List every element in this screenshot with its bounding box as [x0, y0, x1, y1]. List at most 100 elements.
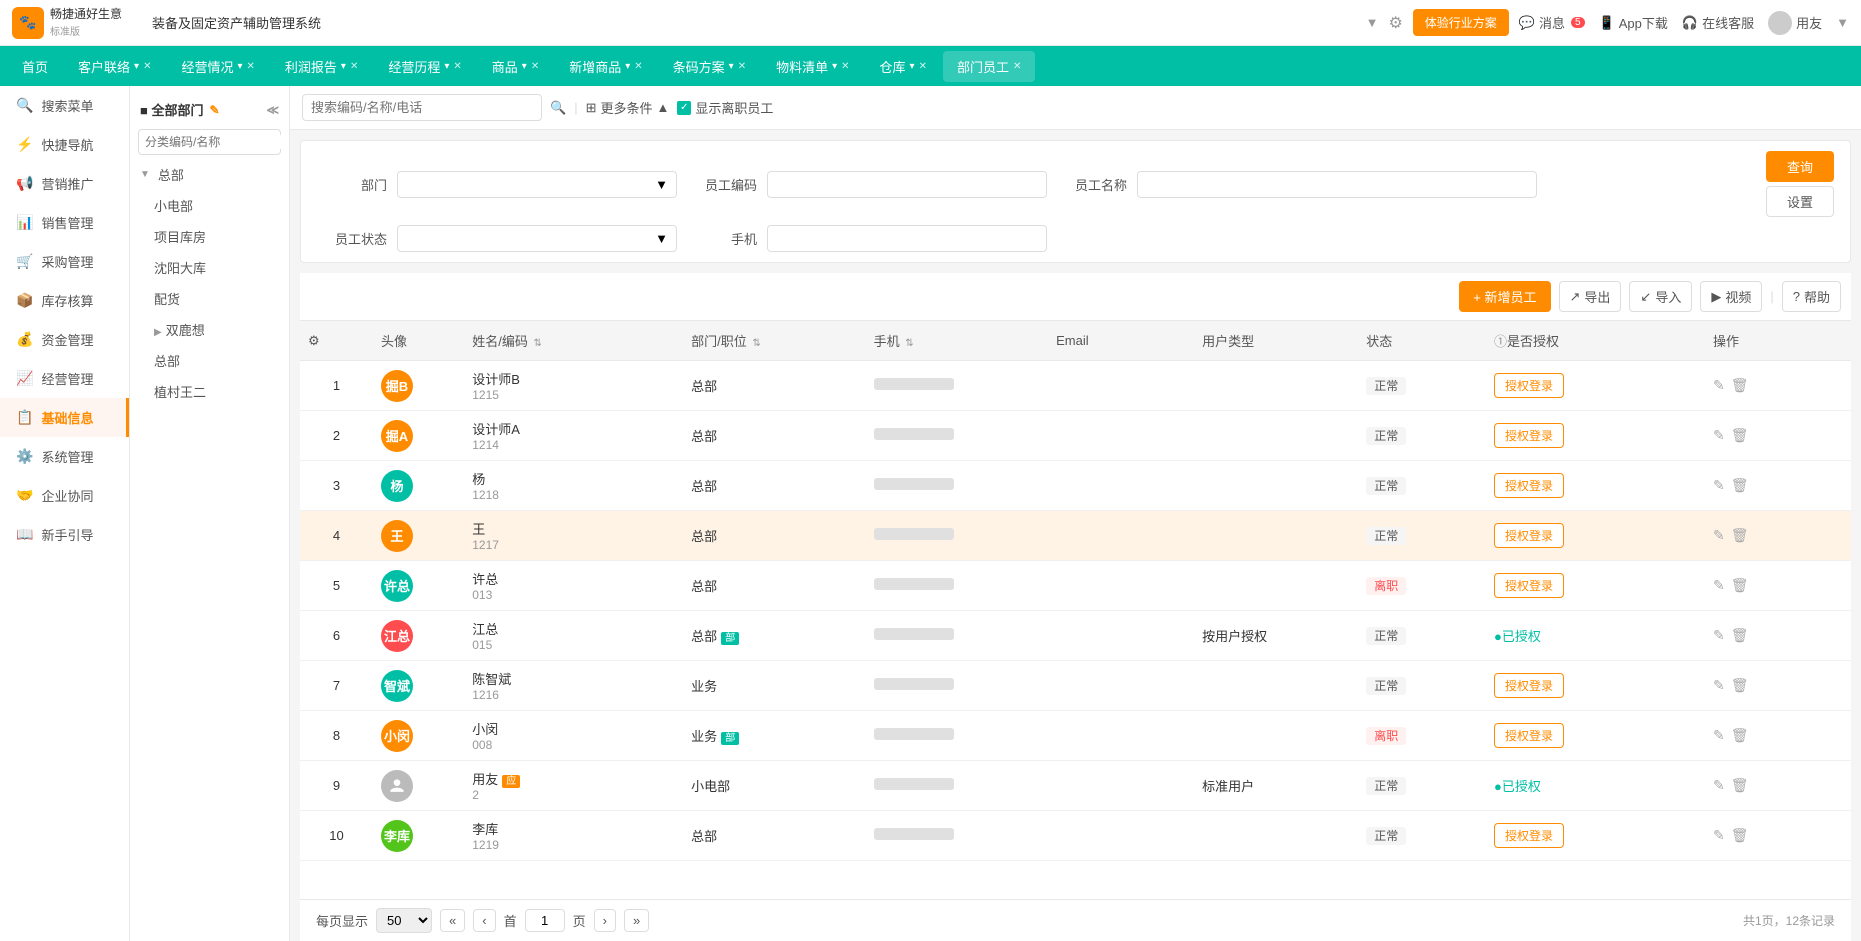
tab-goods[interactable]: 商品▾✕ [478, 51, 553, 82]
view-btn[interactable]: ▶ 视频 [1700, 281, 1762, 312]
sidebar-item-guide[interactable]: 📖 新手引导 [0, 515, 129, 554]
authorize-btn[interactable]: 授权登录 [1494, 473, 1564, 498]
sidebar-item-cooperation[interactable]: 🤝 企业协同 [0, 476, 129, 515]
delete-icon[interactable]: 🗑 [1731, 427, 1749, 444]
dropdown-arrow-icon[interactable]: ▼ [1366, 15, 1379, 30]
user-dropdown-icon[interactable]: ▼ [1836, 15, 1849, 30]
authorize-btn[interactable]: 授权登录 [1494, 523, 1564, 548]
th-name[interactable]: 姓名/编码 ⇅ [464, 321, 683, 361]
phone-input[interactable] [767, 225, 1047, 252]
delete-icon[interactable]: 🗑 [1731, 377, 1749, 394]
th-settings[interactable]: ⚙ [300, 321, 373, 361]
th-dept[interactable]: 部门/职位 ⇅ [683, 321, 865, 361]
tab-barcode-close[interactable]: ✕ [738, 61, 746, 72]
tab-employees[interactable]: 部门员工✕ [943, 51, 1035, 82]
dept-search-input[interactable] [145, 135, 290, 149]
edit-icon[interactable]: ✎ [1713, 527, 1725, 544]
dept-item-zongbu[interactable]: 总部 [130, 345, 289, 376]
dept-edit-icon[interactable]: ✎ [209, 103, 219, 117]
sidebar-item-marketing[interactable]: 📢 营销推广 [0, 164, 129, 203]
tab-profit-close[interactable]: ✕ [350, 61, 358, 72]
edit-icon[interactable]: ✎ [1713, 777, 1725, 794]
tab-customer-close[interactable]: ✕ [143, 61, 151, 72]
delete-icon[interactable]: 🗑 [1731, 577, 1749, 594]
emp-name-input[interactable] [1137, 171, 1537, 198]
tab-bom[interactable]: 物料清单▾✕ [762, 51, 863, 82]
dept-filter-select[interactable]: ▼ [397, 171, 677, 198]
dept-tree-all-depts[interactable]: ■ 全部部门 [140, 100, 203, 119]
authorize-btn[interactable]: 授权登录 [1494, 723, 1564, 748]
sidebar-item-system[interactable]: ⚙️ 系统管理 [0, 437, 129, 476]
edit-icon[interactable]: ✎ [1713, 677, 1725, 694]
dept-item-xiaodianbu[interactable]: 小电部 [130, 190, 289, 221]
tab-new-goods[interactable]: 新增商品▾✕ [555, 51, 656, 82]
delete-icon[interactable]: 🗑 [1731, 777, 1749, 794]
more-filter-btn[interactable]: ⊞ 更多条件 ▲ [586, 98, 670, 117]
authorize-btn[interactable]: 授权登录 [1494, 573, 1564, 598]
dept-collapse-icon[interactable]: ≪ [266, 103, 279, 117]
sidebar-item-inventory[interactable]: 📦 库存核算 [0, 281, 129, 320]
tab-customer[interactable]: 客户联络▾✕ [64, 51, 165, 82]
name-sort-icon[interactable]: ⇅ [533, 338, 541, 349]
dept-item-shenyangdaku[interactable]: 沈阳大库 [130, 252, 289, 283]
next-page-btn[interactable]: › [594, 909, 616, 932]
dept-item-shuanglushu[interactable]: ▶双鹿想 [130, 314, 289, 345]
delete-icon[interactable]: 🗑 [1731, 477, 1749, 494]
help-btn[interactable]: ? 帮助 [1782, 281, 1841, 312]
sidebar-item-sales[interactable]: 📊 销售管理 [0, 203, 129, 242]
prev-page-btn[interactable]: ‹ [473, 909, 495, 932]
add-employee-btn[interactable]: + 新增员工 [1459, 281, 1550, 312]
last-page-btn[interactable]: » [624, 909, 649, 932]
app-download-btn[interactable]: 📱 App下载 [1599, 13, 1668, 32]
import-btn[interactable]: ↙ 导入 [1629, 281, 1692, 312]
tab-warehouse-close[interactable]: ✕ [919, 61, 927, 72]
sidebar-item-purchase[interactable]: 🛒 采购管理 [0, 242, 129, 281]
delete-icon[interactable]: 🗑 [1731, 677, 1749, 694]
authorize-btn[interactable]: 授权登录 [1494, 373, 1564, 398]
query-btn[interactable]: 查询 [1766, 151, 1834, 182]
online-service-btn[interactable]: 🎧 在线客服 [1682, 13, 1754, 32]
dept-item-root[interactable]: ▼ 总部 [130, 159, 289, 190]
page-size-select[interactable]: 50 100 200 [376, 908, 432, 933]
authorize-btn[interactable]: 授权登录 [1494, 423, 1564, 448]
tab-barcode[interactable]: 条码方案▾✕ [659, 51, 760, 82]
sidebar-item-operation-mgmt[interactable]: 📈 经营管理 [0, 359, 129, 398]
tab-warehouse[interactable]: 仓库▾✕ [866, 51, 941, 82]
sidebar-item-search[interactable]: 🔍 搜索菜单 [0, 86, 129, 125]
th-phone[interactable]: 手机 ⇅ [866, 321, 1048, 361]
message-btn[interactable]: 💬 消息 5 [1519, 13, 1585, 32]
delete-icon[interactable]: 🗑 [1731, 627, 1749, 644]
dept-item-zhicunwanger[interactable]: 植村王二 [130, 376, 289, 407]
tab-bom-close[interactable]: ✕ [841, 61, 849, 72]
delete-icon[interactable]: 🗑 [1731, 827, 1749, 844]
edit-icon[interactable]: ✎ [1713, 827, 1725, 844]
delete-icon[interactable]: 🗑 [1731, 527, 1749, 544]
edit-icon[interactable]: ✎ [1713, 427, 1725, 444]
phone-sort-icon[interactable]: ⇅ [905, 338, 913, 349]
dept-sort-icon[interactable]: ⇅ [752, 338, 760, 349]
tab-operation[interactable]: 经营情况▾✕ [167, 51, 268, 82]
export-btn[interactable]: ↗ 导出 [1559, 281, 1622, 312]
delete-icon[interactable]: 🗑 [1731, 727, 1749, 744]
tab-history-close[interactable]: ✕ [453, 61, 461, 72]
authorize-btn[interactable]: 授权登录 [1494, 823, 1564, 848]
current-page-input[interactable] [525, 909, 565, 932]
edit-icon[interactable]: ✎ [1713, 727, 1725, 744]
emp-status-select[interactable]: ▼ [397, 225, 677, 252]
tab-home[interactable]: 首页 [8, 51, 62, 82]
edit-icon[interactable]: ✎ [1713, 477, 1725, 494]
dept-item-peihuo[interactable]: 配货 [130, 283, 289, 314]
tab-history[interactable]: 经营历程▾✕ [374, 51, 475, 82]
user-btn[interactable]: 用友 [1768, 11, 1822, 35]
tab-operation-close[interactable]: ✕ [247, 61, 255, 72]
search-input[interactable] [302, 94, 542, 121]
show-resigned-toggle[interactable]: ✓ 显示离职员工 [677, 98, 773, 117]
sidebar-item-finance[interactable]: 💰 资金管理 [0, 320, 129, 359]
first-page-btn[interactable]: « [440, 909, 465, 932]
tab-goods-close[interactable]: ✕ [531, 61, 539, 72]
tab-profit[interactable]: 利润报告▾✕ [271, 51, 372, 82]
sidebar-item-basic-info[interactable]: 📋 基础信息 [0, 398, 129, 437]
edit-icon[interactable]: ✎ [1713, 577, 1725, 594]
dept-item-xiangmukufang[interactable]: 项目库房 [130, 221, 289, 252]
settings-icon[interactable]: ⚙ [1388, 13, 1402, 33]
